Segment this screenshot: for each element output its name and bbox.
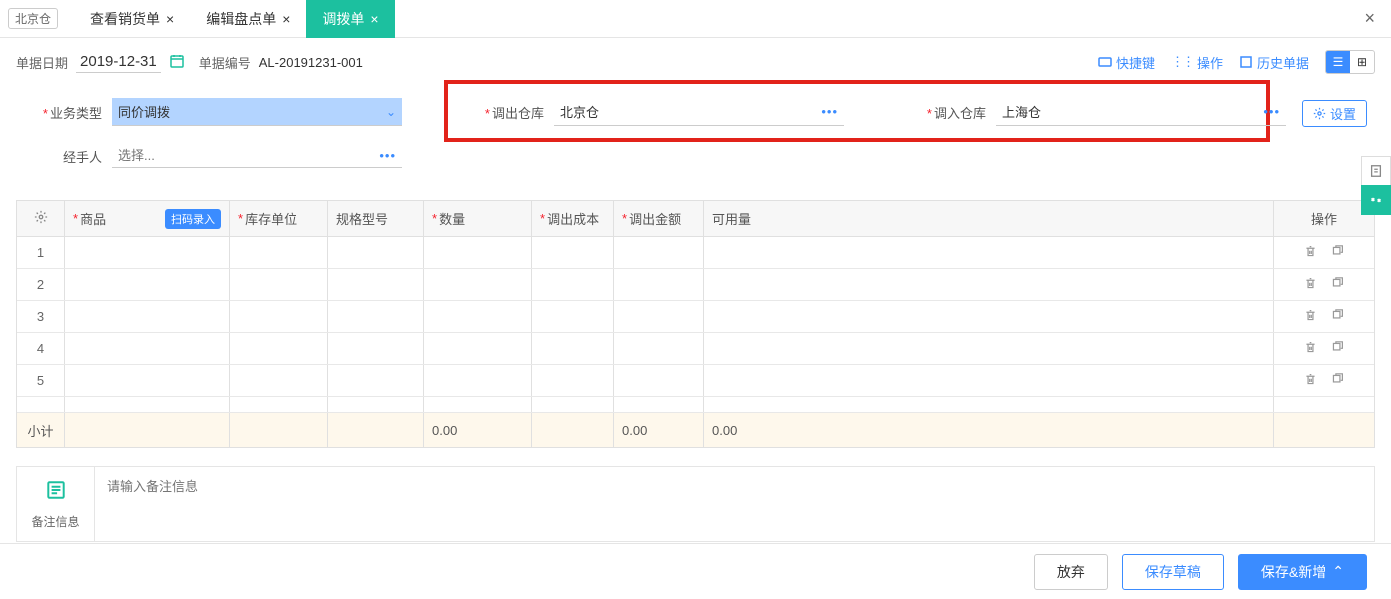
biz-type-field: *业务类型 同价调拨 ⌄: [24, 98, 402, 126]
more-icon: •••: [379, 148, 396, 163]
remark-side: 备注信息: [17, 467, 95, 541]
in-warehouse-select[interactable]: 上海仓 •••: [996, 98, 1286, 126]
side-tab-1[interactable]: [1361, 156, 1391, 186]
table-row[interactable]: 4: [17, 333, 1374, 365]
handler-select[interactable]: •••: [112, 144, 402, 168]
save-new-button[interactable]: 保存&新增⌃: [1238, 554, 1367, 590]
tab-bar: 北京仓 查看销货单× 编辑盘点单× 调拨单× ×: [0, 0, 1391, 38]
table-row[interactable]: 2: [17, 269, 1374, 301]
close-page-icon[interactable]: ×: [1356, 8, 1383, 29]
remark-input[interactable]: [107, 479, 1362, 494]
chevron-down-icon: ⌄: [386, 105, 396, 119]
gear-icon[interactable]: [34, 210, 48, 227]
table-row[interactable]: 3: [17, 301, 1374, 333]
doc-value: AL-20191231-001: [259, 55, 363, 70]
delete-icon[interactable]: [1304, 277, 1317, 293]
out-warehouse-select[interactable]: 北京仓 •••: [554, 98, 844, 126]
close-icon[interactable]: ×: [370, 11, 378, 27]
save-draft-button[interactable]: 保存草稿: [1122, 554, 1224, 590]
view-toggle[interactable]: ☰ ⊞: [1325, 50, 1375, 74]
history-link[interactable]: 历史单据: [1239, 53, 1309, 72]
location-badge: 北京仓: [8, 8, 58, 29]
grid-view-icon[interactable]: ⊞: [1350, 51, 1374, 73]
handler-input[interactable]: [118, 148, 379, 163]
tab-edit-inventory[interactable]: 编辑盘点单×: [190, 0, 306, 38]
copy-icon[interactable]: [1331, 373, 1344, 389]
delete-icon[interactable]: [1304, 341, 1317, 357]
toolbar: 单据日期 2019-12-31 单据编号 AL-20191231-001 快捷键…: [0, 38, 1391, 86]
close-icon[interactable]: ×: [166, 11, 174, 27]
more-icon: •••: [1263, 104, 1280, 119]
copy-icon[interactable]: [1331, 309, 1344, 325]
table-row[interactable]: 1: [17, 237, 1374, 269]
delete-icon[interactable]: [1304, 373, 1317, 389]
form-area: *业务类型 同价调拨 ⌄ *调出仓库 北京仓 ••• *调入仓库 上海仓 •••…: [0, 86, 1391, 192]
date-value[interactable]: 2019-12-31: [76, 51, 161, 73]
chevron-up-icon: ⌃: [1332, 563, 1344, 580]
list-view-icon[interactable]: ☰: [1326, 51, 1350, 73]
biz-type-select[interactable]: 同价调拨 ⌄: [112, 98, 402, 126]
doc-label: 单据编号: [199, 53, 251, 72]
date-label: 单据日期: [16, 53, 68, 72]
scan-badge[interactable]: 扫码录入: [165, 209, 221, 229]
close-icon[interactable]: ×: [282, 11, 290, 27]
note-icon: [45, 479, 67, 507]
more-icon: •••: [821, 104, 838, 119]
data-grid: *商品扫码录入 *库存单位 规格型号 *数量 *调出成本 *调出金额 可用量 操…: [16, 200, 1375, 448]
delete-icon[interactable]: [1304, 309, 1317, 325]
calendar-icon[interactable]: [169, 53, 185, 72]
handler-field: 经手人 •••: [24, 144, 402, 168]
copy-icon[interactable]: [1331, 341, 1344, 357]
grid-header: *商品扫码录入 *库存单位 规格型号 *数量 *调出成本 *调出金额 可用量 操…: [17, 201, 1374, 237]
side-tab-2[interactable]: [1361, 185, 1391, 215]
delete-icon[interactable]: [1304, 245, 1317, 261]
side-tabs: [1361, 156, 1391, 214]
discard-button[interactable]: 放弃: [1034, 554, 1108, 590]
remark-area: 备注信息: [16, 466, 1375, 542]
tab-transfer[interactable]: 调拨单×: [306, 0, 394, 38]
copy-icon[interactable]: [1331, 277, 1344, 293]
copy-icon[interactable]: [1331, 245, 1344, 261]
in-warehouse-field: *调入仓库 上海仓 •••: [908, 98, 1286, 126]
table-row[interactable]: 5: [17, 365, 1374, 397]
settings-button[interactable]: 设置: [1302, 100, 1367, 127]
subtotal-row: 小计 0.00 0.00 0.00: [17, 413, 1374, 447]
footer: 放弃 保存草稿 保存&新增⌃: [0, 543, 1391, 599]
table-row[interactable]: [17, 397, 1374, 413]
tab-view-sales[interactable]: 查看销货单×: [74, 0, 190, 38]
shortcut-link[interactable]: 快捷键: [1098, 53, 1155, 72]
out-warehouse-field: *调出仓库 北京仓 •••: [466, 98, 844, 126]
operations-link[interactable]: ⋮⋮操作: [1171, 53, 1223, 72]
